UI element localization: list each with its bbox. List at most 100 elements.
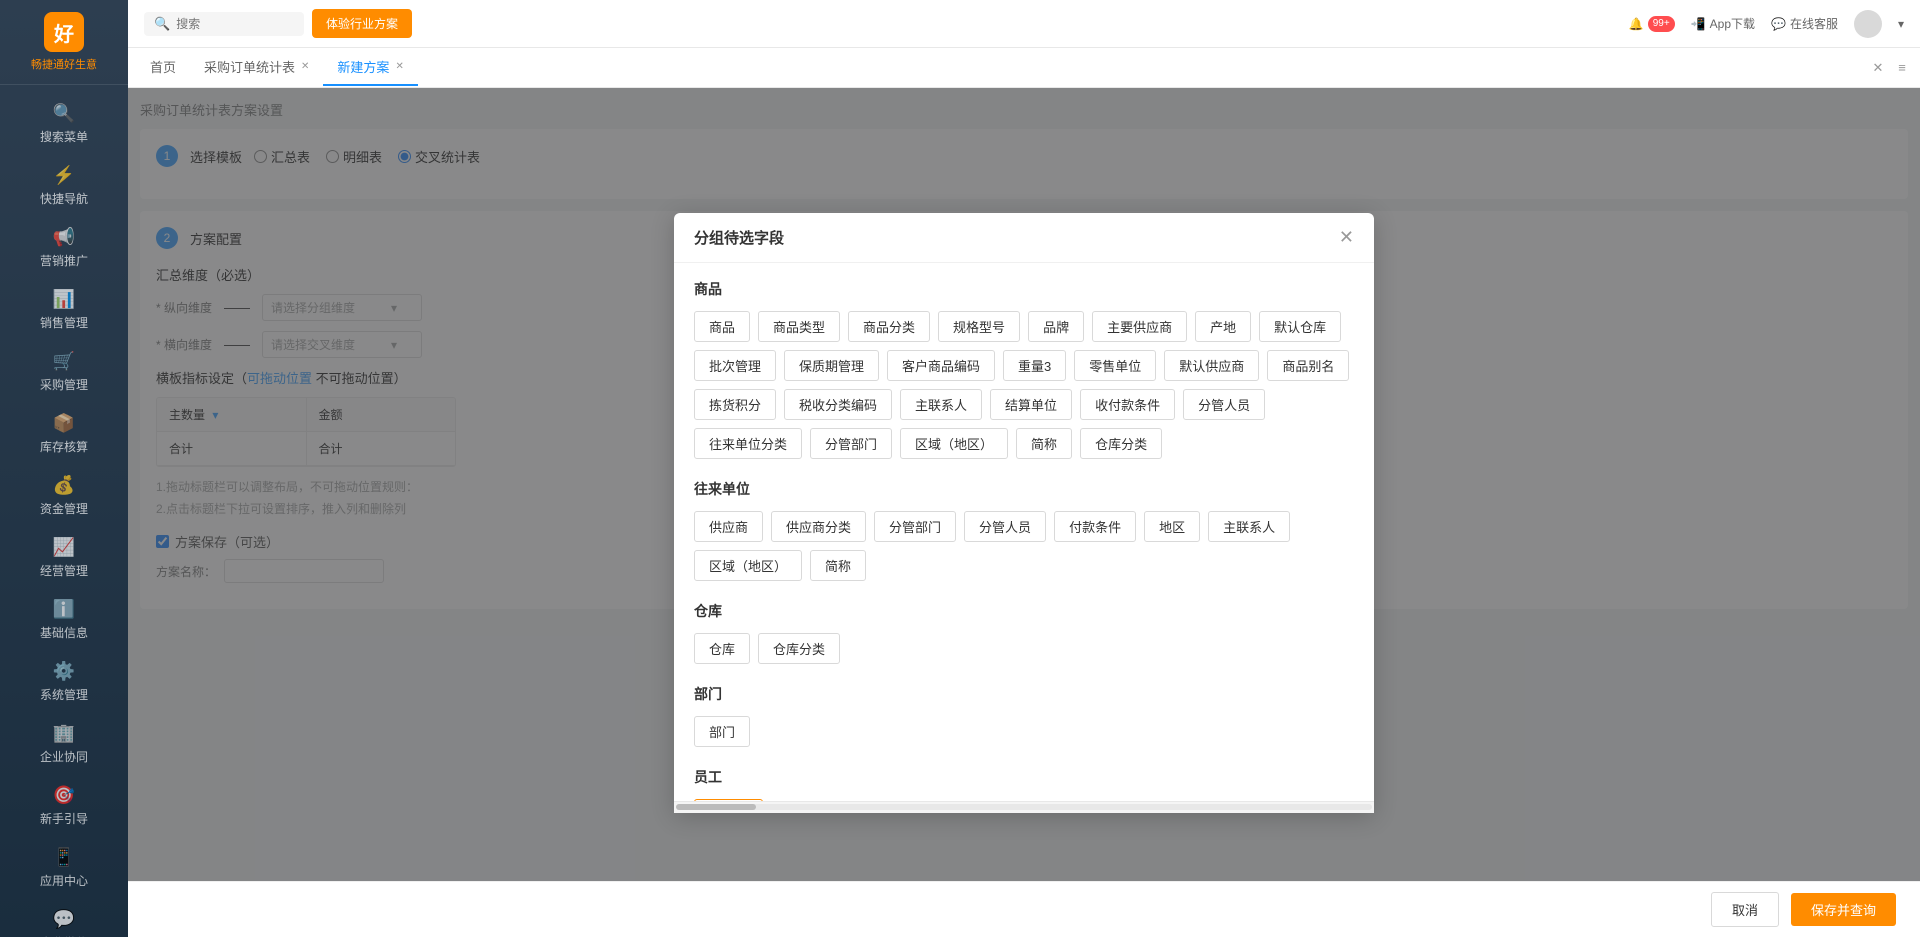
- tabs-bar: 首页 采购订单统计表 ✕ 新建方案 ✕ ✕ ≡: [128, 48, 1920, 88]
- avatar[interactable]: [1854, 10, 1882, 38]
- modal-header: 分组待选字段 ✕: [674, 213, 1374, 263]
- sidebar-item-label: 快捷导航: [40, 190, 88, 207]
- sidebar-item-inventory[interactable]: 📦 库存核算: [0, 403, 128, 465]
- header: 🔍 体验行业方案 🔔 99+ 📲 App下载 💬 在线客服 ▾: [128, 0, 1920, 48]
- search-input[interactable]: [176, 17, 294, 31]
- sidebar-item-operation[interactable]: 📈 经营管理: [0, 527, 128, 589]
- tag-批次管理[interactable]: 批次管理: [694, 350, 776, 381]
- tag-商品别名[interactable]: 商品别名: [1267, 350, 1349, 381]
- tag-简称[interactable]: 简称: [810, 550, 866, 581]
- tag-商品[interactable]: 商品: [694, 311, 750, 342]
- modal-close-icon[interactable]: ✕: [1339, 227, 1354, 248]
- sidebar-item-label: 新手引导: [40, 810, 88, 827]
- tag-品牌[interactable]: 品牌: [1028, 311, 1084, 342]
- tag-主联系人[interactable]: 主联系人: [900, 389, 982, 420]
- marketing-icon: 📢: [53, 227, 75, 248]
- tag-拣货积分[interactable]: 拣货积分: [694, 389, 776, 420]
- sidebar-item-purchase[interactable]: 🛒 采购管理: [0, 341, 128, 403]
- sidebar-item-sales[interactable]: 📊 销售管理: [0, 279, 128, 341]
- sidebar-item-enterprise[interactable]: 🏢 企业协同: [0, 713, 128, 775]
- sidebar-item-quick-nav[interactable]: ⚡ 快捷导航: [0, 155, 128, 217]
- tag-区域（地区）[interactable]: 区域（地区）: [900, 428, 1008, 459]
- tab-new-plan[interactable]: 新建方案 ✕: [323, 49, 417, 86]
- tag-重量3[interactable]: 重量3: [1003, 350, 1066, 381]
- tab-new-plan-close-icon[interactable]: ✕: [395, 61, 403, 72]
- tab-new-plan-label: 新建方案: [337, 57, 389, 76]
- tag-零售单位[interactable]: 零售单位: [1074, 350, 1156, 381]
- save-query-button[interactable]: 保存并查询: [1791, 893, 1896, 926]
- header-search[interactable]: 🔍: [144, 12, 304, 36]
- sidebar-item-app-center[interactable]: 📱 应用中心: [0, 837, 128, 899]
- tag-商品类型[interactable]: 商品类型: [758, 311, 840, 342]
- tab-close-all-btn[interactable]: ✕: [1868, 58, 1888, 78]
- experience-btn[interactable]: 体验行业方案: [312, 9, 412, 38]
- sidebar-item-label: 库存核算: [40, 438, 88, 455]
- tag-主要供应商[interactable]: 主要供应商: [1092, 311, 1187, 342]
- tag-仓库[interactable]: 仓库: [694, 633, 750, 664]
- sidebar-item-label: 采购管理: [40, 376, 88, 393]
- newbie-icon: 🎯: [53, 785, 75, 806]
- tag-供应商[interactable]: 供应商: [694, 511, 763, 542]
- tag-区域（地区）[interactable]: 区域（地区）: [694, 550, 802, 581]
- section-title-department: 部门: [694, 684, 1354, 704]
- notification-item[interactable]: 🔔 99+: [1629, 16, 1675, 32]
- search-menu-icon: 🔍: [53, 103, 75, 124]
- tag-grid-product: 商品商品类型商品分类规格型号品牌主要供应商产地默认仓库批次管理保质期管理客户商品…: [694, 311, 1354, 459]
- section-title-partner: 往来单位: [694, 479, 1354, 499]
- sales-icon: 📊: [53, 289, 75, 310]
- enterprise-icon: 🏢: [53, 723, 75, 744]
- tab-purchase-close-icon[interactable]: ✕: [301, 61, 309, 72]
- modal-horizontal-scrollbar[interactable]: [674, 801, 1374, 813]
- app-download-item[interactable]: 📲 App下载: [1691, 15, 1755, 32]
- footer-actions: 取消 保存并查询: [128, 881, 1920, 937]
- tag-产地[interactable]: 产地: [1195, 311, 1251, 342]
- tag-税收分类编码[interactable]: 税收分类编码: [784, 389, 892, 420]
- tabs-right: ✕ ≡: [1868, 58, 1912, 78]
- basic-info-icon: ℹ️: [53, 599, 75, 620]
- tag-商品分类[interactable]: 商品分类: [848, 311, 930, 342]
- quick-nav-icon: ⚡: [53, 165, 75, 186]
- tag-默认供应商[interactable]: 默认供应商: [1164, 350, 1259, 381]
- tag-收付款条件[interactable]: 收付款条件: [1080, 389, 1175, 420]
- tag-部门[interactable]: 部门: [694, 716, 750, 747]
- hscroll-track: [676, 804, 1372, 810]
- sidebar-item-label: 应用中心: [40, 872, 88, 889]
- tag-仓库分类[interactable]: 仓库分类: [758, 633, 840, 664]
- tag-往来单位分类[interactable]: 往来单位分类: [694, 428, 802, 459]
- tag-简称[interactable]: 简称: [1016, 428, 1072, 459]
- section-title-warehouse: 仓库: [694, 601, 1354, 621]
- tag-分管部门[interactable]: 分管部门: [874, 511, 956, 542]
- finance-icon: 💰: [53, 475, 75, 496]
- sidebar-item-marketing[interactable]: 📢 营销推广: [0, 217, 128, 279]
- tag-主联系人[interactable]: 主联系人: [1208, 511, 1290, 542]
- tag-默认仓库[interactable]: 默认仓库: [1259, 311, 1341, 342]
- tab-purchase-order-stats[interactable]: 采购订单统计表 ✕: [190, 49, 323, 86]
- online-service-item[interactable]: 💬 在线客服: [1771, 15, 1838, 32]
- sidebar-item-finance[interactable]: 💰 资金管理: [0, 465, 128, 527]
- tag-保质期管理[interactable]: 保质期管理: [784, 350, 879, 381]
- tag-分管人员[interactable]: 分管人员: [1183, 389, 1265, 420]
- sidebar-item-enterprise-wechat[interactable]: 💬 企业微信: [0, 899, 128, 937]
- tag-地区[interactable]: 地区: [1144, 511, 1200, 542]
- tag-客户商品编码[interactable]: 客户商品编码: [887, 350, 995, 381]
- modal-body[interactable]: 商品商品商品类型商品分类规格型号品牌主要供应商产地默认仓库批次管理保质期管理客户…: [674, 263, 1374, 801]
- sidebar-item-system[interactable]: ⚙️ 系统管理: [0, 651, 128, 713]
- tab-home[interactable]: 首页: [136, 49, 190, 86]
- tag-分管人员[interactable]: 分管人员: [964, 511, 1046, 542]
- tag-仓库分类[interactable]: 仓库分类: [1080, 428, 1162, 459]
- header-right: 🔔 99+ 📲 App下载 💬 在线客服 ▾: [1629, 10, 1904, 38]
- modal-title: 分组待选字段: [694, 227, 784, 248]
- tag-分管部门[interactable]: 分管部门: [810, 428, 892, 459]
- sidebar-item-basic-info[interactable]: ℹ️ 基础信息: [0, 589, 128, 651]
- tag-付款条件[interactable]: 付款条件: [1054, 511, 1136, 542]
- cancel-button[interactable]: 取消: [1711, 892, 1779, 927]
- logo-icon: 好: [44, 12, 84, 52]
- sidebar-item-newbie[interactable]: 🎯 新手引导: [0, 775, 128, 837]
- modal-dialog: 分组待选字段 ✕ 商品商品商品类型商品分类规格型号品牌主要供应商产地默认仓库批次…: [674, 213, 1374, 813]
- tag-规格型号[interactable]: 规格型号: [938, 311, 1020, 342]
- tag-grid-department: 部门: [694, 716, 1354, 747]
- sidebar-item-search-menu[interactable]: 🔍 搜索菜单: [0, 93, 128, 155]
- tag-结算单位[interactable]: 结算单位: [990, 389, 1072, 420]
- tag-供应商分类[interactable]: 供应商分类: [771, 511, 866, 542]
- tab-nav-icon[interactable]: ≡: [1892, 58, 1912, 78]
